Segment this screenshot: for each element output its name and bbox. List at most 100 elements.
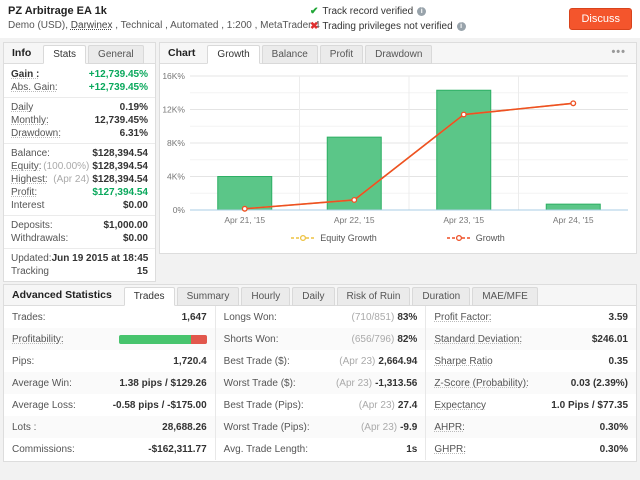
- stat-row-abs-gain: Abs. Gain: +12,739.45%: [11, 81, 148, 94]
- advanced-tab-mae-mfe[interactable]: MAE/MFE: [472, 287, 538, 306]
- stat-value: $128,394.54: [92, 147, 148, 160]
- statistics-grid: Trades: 1,647 Profitability: Pips: 1,720.4 Av…: [4, 306, 636, 460]
- info-tab-general[interactable]: General: [88, 45, 144, 64]
- advanced-tab-daily[interactable]: Daily: [292, 287, 335, 306]
- table-row-value-note: (Apr 23): [335, 377, 373, 389]
- profitability-bar-lost: [190, 334, 207, 344]
- svg-text:12K%: 12K%: [162, 105, 185, 115]
- table-row-best-trade: Best Trade ($): (Apr 23) 2,664.94: [216, 350, 426, 372]
- stat-label: Gain :: [11, 69, 40, 80]
- stats-column-3: Profit Factor: 3.59 Standard Deviation: $24…: [425, 306, 636, 460]
- table-row-label: Standard Deviation:: [434, 333, 523, 345]
- table-row-label: Best Trade (Pips):: [223, 399, 304, 411]
- chart-tab-profit[interactable]: Profit: [319, 45, 364, 64]
- stat-value-main: $0.00: [122, 200, 148, 211]
- stat-row-drawdown: Drawdown: 6.31%: [11, 127, 148, 140]
- table-row-profitability: Profitability:: [4, 328, 215, 350]
- table-row-value-note: (710/851): [351, 311, 395, 323]
- chart-tab-growth[interactable]: Growth: [207, 45, 260, 64]
- stat-row-equity: Equity: (100.00%) $128,394.54: [11, 160, 148, 173]
- table-row-value: 0.35: [608, 355, 628, 367]
- stat-label: Tracking: [11, 266, 49, 277]
- advanced-tab-summary[interactable]: Summary: [176, 287, 240, 306]
- stat-value-main: $128,394.54: [92, 161, 148, 172]
- svg-text:4K%: 4K%: [167, 172, 185, 182]
- table-row-profit-factor: Profit Factor: 3.59: [426, 306, 636, 328]
- divider: [4, 97, 155, 98]
- svg-text:Apr 24, '15: Apr 24, '15: [553, 215, 594, 225]
- check-icon: ✔: [310, 6, 319, 17]
- stat-value-main: $128,394.54: [92, 174, 148, 185]
- table-row-value: 1.38 pips / $129.26: [119, 377, 207, 389]
- table-row-shorts-won: Shorts Won: (656/796) 82%: [215, 328, 426, 350]
- table-row-label: Average Win:: [12, 377, 72, 389]
- stat-label: Abs. Gain:: [11, 82, 58, 93]
- account-attributes: , Technical , Automated , 1:200 , MetaTr…: [112, 20, 320, 31]
- info-tab-stats[interactable]: Stats: [43, 45, 87, 64]
- table-row-value-note: (Apr 23): [358, 399, 395, 411]
- advanced-tab-risk-of-ruin[interactable]: Risk of Ruin: [336, 287, 411, 306]
- stat-value: 6.31%: [120, 127, 148, 140]
- page-title: PZ Arbitrage EA 1k: [8, 5, 107, 17]
- table-row-value: (Apr 23) 2,664.94: [339, 355, 418, 367]
- svg-text:0%: 0%: [173, 205, 186, 215]
- stat-row-highest: Highest: (Apr 24) $128,394.54: [11, 173, 148, 186]
- chart-tabstrip: Chart Growth Balance Profit Drawdown •••: [160, 43, 636, 64]
- stat-row-balance: Balance: $128,394.54: [11, 147, 148, 160]
- stat-row-tracking: Tracking 15: [11, 265, 148, 278]
- stat-value-main: 6.31%: [119, 128, 148, 139]
- info-tabstrip: Info Stats General: [4, 43, 155, 64]
- advanced-tab-trades[interactable]: Trades: [123, 287, 175, 306]
- table-row-value: (Apr 23) -1,313.56: [335, 377, 418, 389]
- svg-text:Apr 23, '15: Apr 23, '15: [443, 215, 484, 225]
- advanced-tab-hourly[interactable]: Hourly: [241, 287, 291, 306]
- stat-value: (Apr 24) $128,394.54: [53, 173, 148, 186]
- chart-section-label: Chart: [168, 47, 196, 59]
- legend-item-growth[interactable]: Growth: [446, 233, 505, 243]
- svg-text:Apr 22, '15: Apr 22, '15: [334, 215, 375, 225]
- table-row-value: $246.01: [591, 333, 628, 345]
- chart-menu-icon[interactable]: •••: [601, 46, 636, 63]
- stats-list: Gain : +12,739.45% Abs. Gain: +12,739.45% Da…: [4, 64, 155, 278]
- discuss-button[interactable]: Discuss: [569, 8, 632, 30]
- profitability-bar-won: [118, 334, 191, 344]
- table-row-ahpr: AHPR: 0.30%: [426, 416, 636, 438]
- stat-label: Highest:: [11, 174, 48, 185]
- legend-marker-icon: [291, 234, 316, 242]
- table-row-average-loss: Average Loss: -0.58 pips / -$175.00: [4, 394, 215, 416]
- stat-label: Equity:: [11, 161, 42, 172]
- stat-row-updated: Updated: Jun 19 2015 at 18:45: [11, 252, 148, 265]
- table-row-value: 1.0 Pips / $77.35: [551, 399, 628, 411]
- stat-value-main: +12,739.45%: [88, 69, 148, 80]
- verification-row: ✔ Track record verified i: [310, 4, 466, 19]
- stat-label: Interest: [11, 200, 45, 211]
- svg-text:8K%: 8K%: [167, 138, 185, 148]
- table-row-label: Sharpe Ratio: [434, 355, 493, 367]
- info-icon[interactable]: i: [456, 22, 466, 31]
- table-row-label: Worst Trade ($):: [223, 377, 296, 389]
- stat-value: (100.00%) $128,394.54: [43, 160, 148, 173]
- stat-row-interest: Interest $0.00: [11, 199, 148, 212]
- stat-value-note: (Apr 24): [53, 174, 90, 185]
- table-row-label: Expectancy: [434, 399, 487, 411]
- advanced-tab-duration[interactable]: Duration: [412, 287, 471, 306]
- info-icon[interactable]: i: [417, 7, 427, 16]
- stat-value-main: Jun 19 2015 at 18:45: [51, 253, 149, 264]
- table-row-label: GHPR:: [434, 443, 466, 455]
- table-row-value: 1,720.4: [173, 355, 207, 367]
- stat-row-withdrawals: Withdrawals: $0.00: [11, 232, 148, 245]
- chart-tab-balance[interactable]: Balance: [261, 45, 318, 64]
- table-row-longs-won: Longs Won: (710/851) 83%: [216, 306, 426, 328]
- table-row-value-note: (656/796): [351, 333, 395, 345]
- broker-link[interactable]: Darwinex: [71, 20, 113, 31]
- table-row-value: -0.58 pips / -$175.00: [112, 399, 207, 411]
- stat-value: Jun 19 2015 at 18:45: [52, 252, 149, 265]
- stat-value-main: 12,739.45%: [94, 115, 148, 126]
- stats-column-2: Longs Won: (710/851) 83% Shorts Won: (656/79…: [214, 306, 426, 460]
- table-row-value: 3.59: [608, 311, 628, 323]
- table-row-label: Lots :: [12, 421, 37, 433]
- chart-tab-drawdown[interactable]: Drawdown: [365, 45, 433, 64]
- table-row-value-note: (Apr 23): [360, 421, 398, 433]
- legend-item-equity-growth[interactable]: Equity Growth: [291, 233, 377, 243]
- verification-text: Trading privileges not verified: [322, 21, 453, 32]
